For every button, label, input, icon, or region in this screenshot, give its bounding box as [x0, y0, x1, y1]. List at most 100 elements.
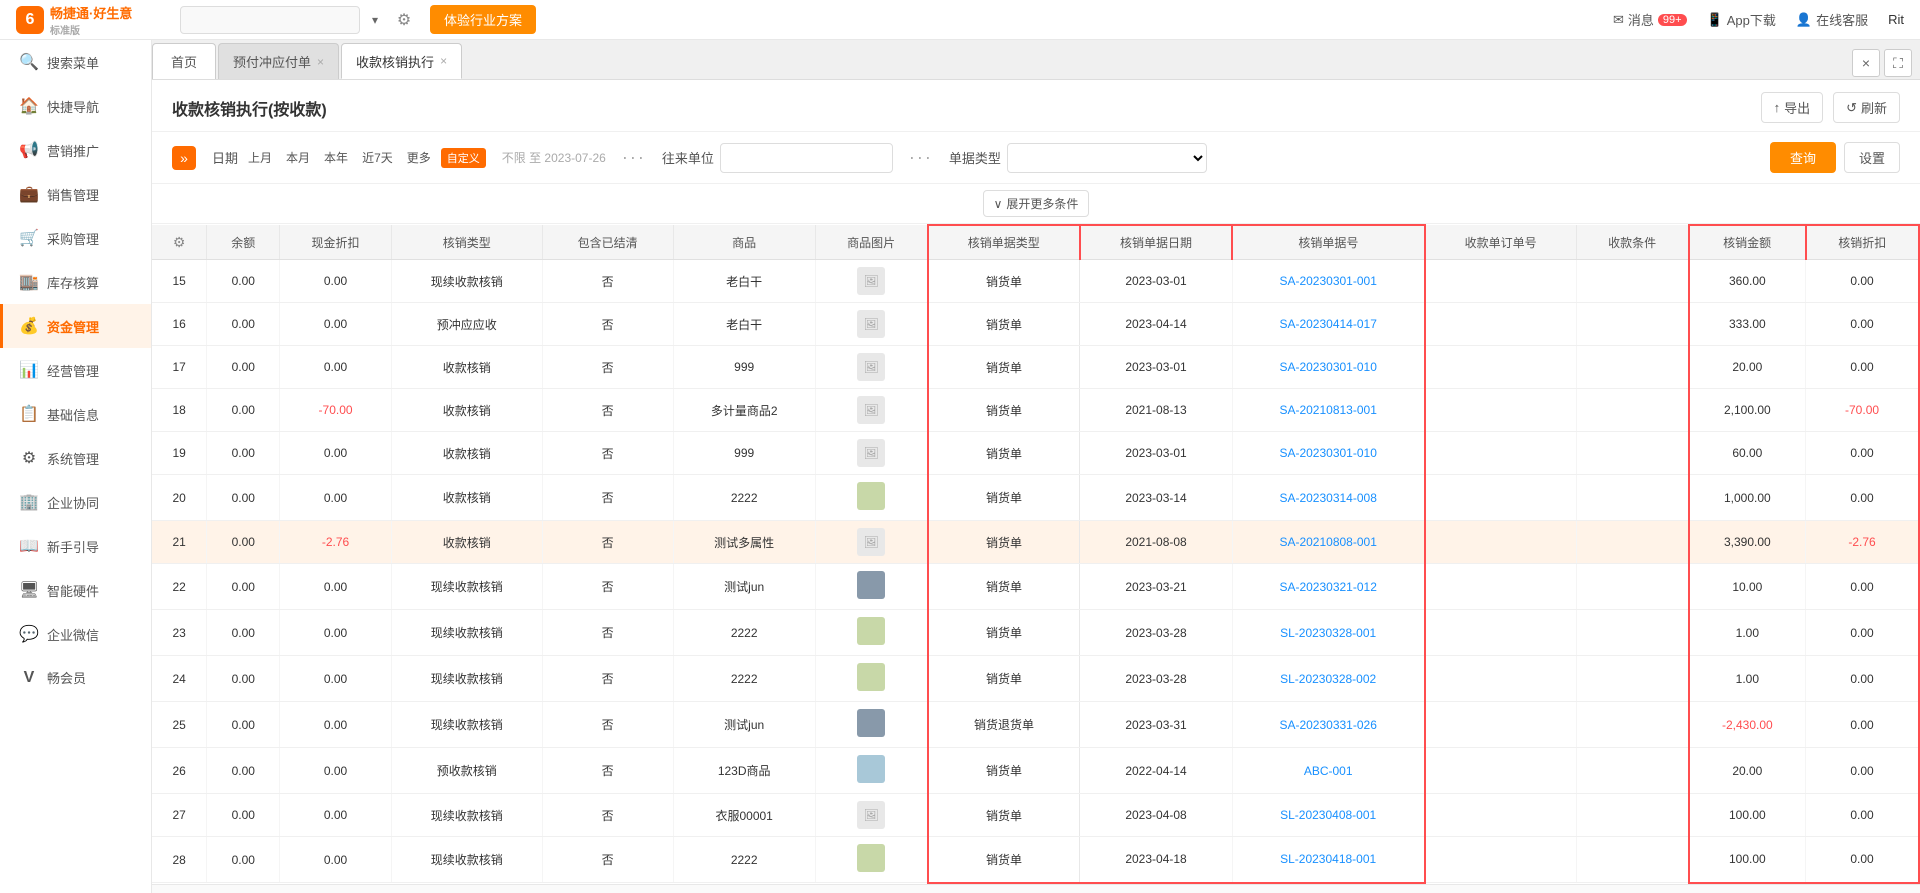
bill-no-link[interactable]: SA-20210808-001: [1279, 535, 1376, 549]
cell-product: 测试多属性: [673, 521, 815, 564]
sidebar-item-wechat[interactable]: 💬 企业微信: [0, 612, 151, 656]
date-option-this-year[interactable]: 本年: [320, 147, 352, 168]
expand-more-button[interactable]: ∨ 展开更多条件: [983, 190, 1090, 217]
sidebar-item-guide[interactable]: 📖 新手引导: [0, 524, 151, 568]
date-option-this-month[interactable]: 本月: [282, 147, 314, 168]
tab-expand-btn[interactable]: ⛶: [1884, 49, 1912, 77]
bill-no-link[interactable]: SA-20230301-010: [1279, 446, 1376, 460]
bill-no-link[interactable]: SA-20230331-026: [1279, 718, 1376, 732]
bill-no-link[interactable]: SA-20230314-008: [1279, 491, 1376, 505]
cell-bill-type: 销货退货单: [928, 702, 1080, 748]
inventory-icon: 🏬: [19, 272, 39, 292]
page-title: 收款核销执行(按收款): [172, 96, 327, 120]
bill-no-link[interactable]: SA-20230414-017: [1279, 317, 1376, 331]
sidebar-item-purchase[interactable]: 🛒 采购管理: [0, 216, 151, 260]
bill-no-link[interactable]: SA-20230321-012: [1279, 580, 1376, 594]
online-service-btn[interactable]: 👤 在线客服: [1796, 10, 1868, 29]
sidebar-item-search[interactable]: 🔍 搜索菜单: [0, 40, 151, 84]
sidebar-item-member[interactable]: V 畅会员: [0, 656, 151, 699]
solution-button[interactable]: 体验行业方案: [430, 5, 536, 34]
date-option-last-month[interactable]: 上月: [244, 147, 276, 168]
cell-verify-type: 现续收款核销: [391, 260, 542, 303]
filter-expand-btn[interactable]: »: [172, 146, 196, 170]
message-btn[interactable]: ✉ 消息 99+: [1613, 10, 1687, 29]
cell-product-image: 🖼: [815, 303, 928, 346]
business-icon: 📊: [19, 360, 39, 380]
tab-collection-close[interactable]: ×: [440, 54, 447, 68]
tab-prepay-close[interactable]: ×: [317, 55, 324, 69]
refresh-button[interactable]: ↺ 刷新: [1833, 92, 1900, 123]
tab-prepay-label: 预付冲应付单: [233, 52, 311, 71]
search-dropdown-btn[interactable]: ▾: [372, 13, 378, 27]
cell-included: 否: [542, 564, 673, 610]
cell-verify-type: 现续收款核销: [391, 702, 542, 748]
setting-button[interactable]: 设置: [1844, 142, 1900, 173]
cell-included: 否: [542, 702, 673, 748]
cell-id: 17: [152, 346, 207, 389]
sidebar-item-finance[interactable]: 💰 资金管理: [0, 304, 151, 348]
product-image: [857, 709, 885, 737]
sidebar-item-quick-nav[interactable]: 🏠 快捷导航: [0, 84, 151, 128]
sidebar-item-enterprise[interactable]: 🏢 企业协同: [0, 480, 151, 524]
top-search-input[interactable]: [180, 6, 360, 34]
cell-order-no: [1425, 837, 1576, 883]
app-download-btn[interactable]: 📱 App下载: [1707, 10, 1776, 29]
bill-no-link[interactable]: SL-20230408-001: [1280, 808, 1376, 822]
cell-order-no: [1425, 610, 1576, 656]
sidebar-item-system[interactable]: ⚙ 系统管理: [0, 436, 151, 480]
th-collection-condition: 收款条件: [1576, 225, 1689, 260]
sidebar-label-inventory: 库存核算: [47, 273, 99, 292]
sidebar-item-marketing[interactable]: 📢 营销推广: [0, 128, 151, 172]
sidebar-item-business[interactable]: 📊 经营管理: [0, 348, 151, 392]
cell-discount: 0.00: [1806, 475, 1919, 521]
tab-home[interactable]: 首页: [152, 43, 216, 79]
mobile-icon: 📱: [1707, 12, 1723, 28]
user-name[interactable]: Rit: [1888, 12, 1904, 27]
tab-collection[interactable]: 收款核销执行 ×: [341, 43, 462, 79]
cell-product-image: [815, 656, 928, 702]
query-button[interactable]: 查询: [1770, 142, 1836, 173]
bill-no-link[interactable]: SL-20230328-001: [1280, 626, 1376, 640]
bill-no-link[interactable]: SA-20230301-010: [1279, 360, 1376, 374]
date-option-custom[interactable]: 自定义: [441, 148, 486, 168]
bill-no-link[interactable]: ABC-001: [1304, 764, 1353, 778]
cell-bill-type: 销货单: [928, 303, 1080, 346]
purchase-icon: 🛒: [19, 228, 39, 248]
cell-id: 28: [152, 837, 207, 883]
sidebar-item-basic-info[interactable]: 📋 基础信息: [0, 392, 151, 436]
sidebar-label-guide: 新手引导: [47, 537, 99, 556]
cell-order-no: [1425, 389, 1576, 432]
tab-close-btn[interactable]: ×: [1852, 49, 1880, 77]
th-gear[interactable]: ⚙: [152, 225, 207, 260]
chevron-down-icon: ∨: [994, 197, 1003, 211]
settings-gear-icon[interactable]: ⚙: [390, 6, 418, 34]
cell-condition: [1576, 389, 1689, 432]
cell-bill-type: 销货单: [928, 432, 1080, 475]
gear-icon[interactable]: ⚙: [173, 234, 186, 250]
counterpart-input[interactable]: [720, 143, 893, 173]
cell-product-image: [815, 475, 928, 521]
sidebar-item-inventory[interactable]: 🏬 库存核算: [0, 260, 151, 304]
th-verify-discount: 核销折扣: [1806, 225, 1919, 260]
cell-verify-type: 现续收款核销: [391, 794, 542, 837]
bill-no-link[interactable]: SL-20230328-002: [1280, 672, 1376, 686]
sidebar-item-sales[interactable]: 💼 销售管理: [0, 172, 151, 216]
date-option-7days[interactable]: 近7天: [358, 147, 397, 168]
single-type-select[interactable]: [1007, 143, 1207, 173]
table-row: 26 0.00 0.00 预收款核销 否 123D商品 销货单 2022-04-…: [152, 748, 1919, 794]
cell-id: 19: [152, 432, 207, 475]
tab-prepay[interactable]: 预付冲应付单 ×: [218, 43, 339, 79]
filter-counterpart-group: 往来单位: [662, 143, 893, 173]
bill-no-link[interactable]: SA-20210813-001: [1279, 403, 1376, 417]
date-option-more[interactable]: 更多: [403, 147, 435, 168]
bill-no-link[interactable]: SL-20230418-001: [1280, 852, 1376, 866]
cell-order-no: [1425, 475, 1576, 521]
sidebar-item-hardware[interactable]: 🖥 智能硬件: [0, 568, 151, 612]
cell-verify-type: 现续收款核销: [391, 610, 542, 656]
cell-order-no: [1425, 432, 1576, 475]
cell-balance: 0.00: [207, 702, 280, 748]
bill-no-link[interactable]: SA-20230301-001: [1279, 274, 1376, 288]
product-image: 🖼: [857, 310, 885, 338]
cell-discount: 0.00: [1806, 794, 1919, 837]
export-button[interactable]: ↑ 导出: [1761, 92, 1824, 123]
